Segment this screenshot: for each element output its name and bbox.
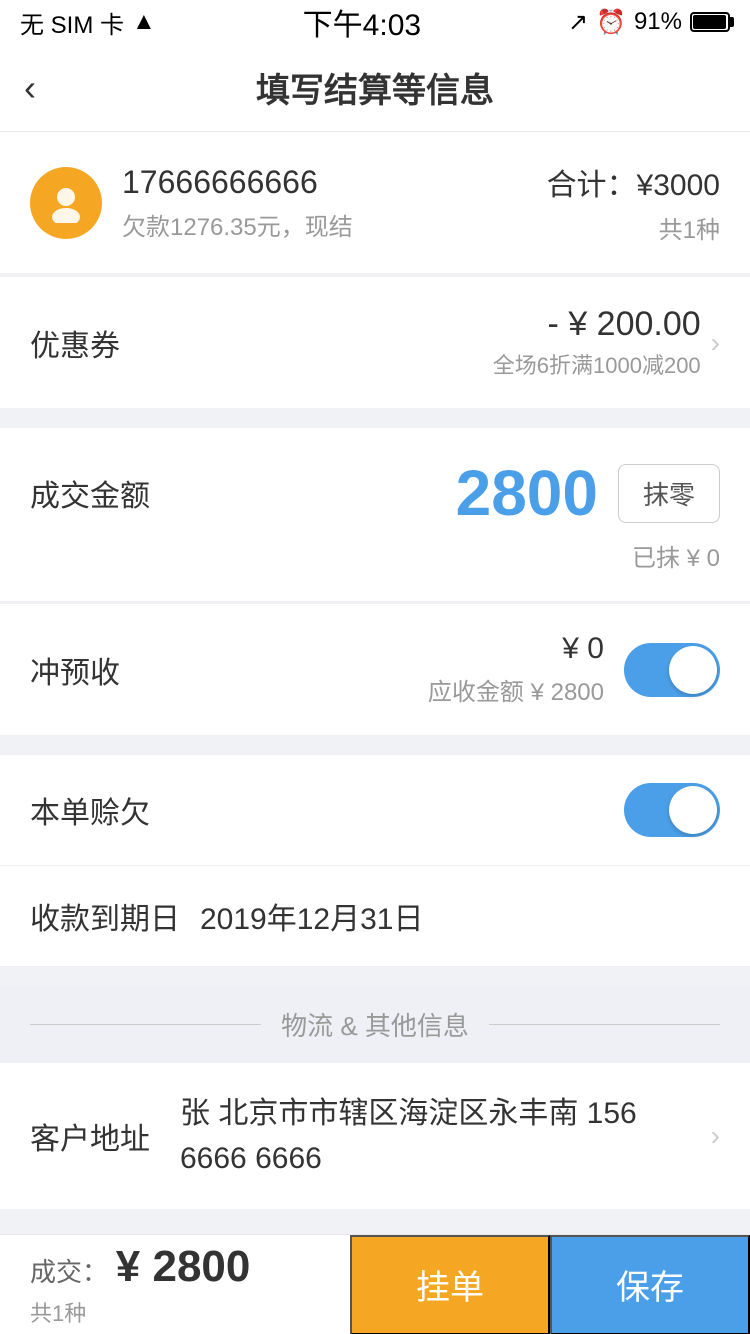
user-phone: 17666666666 bbox=[122, 164, 353, 201]
address-section[interactable]: 客户地址 张 北京市市辖区海淀区永丰南 156 6666 6666 › bbox=[0, 1063, 750, 1209]
deal-amount-row: 2800 抹零 bbox=[456, 456, 720, 530]
prepay-sub: 应收金额 ¥ 2800 bbox=[428, 672, 604, 707]
duedate-value: 2019年12月31日 bbox=[200, 894, 423, 938]
deal-amount: 2800 bbox=[456, 456, 598, 530]
coupon-desc: 全场6折满1000减200 bbox=[493, 348, 701, 380]
page-title: 填写结算等信息 bbox=[256, 63, 494, 112]
back-button[interactable]: ‹ bbox=[24, 67, 36, 109]
bottom-amount: ¥ 2800 bbox=[116, 1242, 251, 1291]
duedate-row: 收款到期日 2019年12月31日 bbox=[30, 894, 720, 938]
bottom-deal-row: 成交： ¥ 2800 bbox=[30, 1242, 320, 1292]
writeoff-toggle-knob bbox=[669, 786, 717, 834]
user-subtext: 欠款1276.35元，现结 bbox=[122, 207, 353, 242]
section-divider-3 bbox=[0, 966, 750, 986]
section-divider-1 bbox=[0, 408, 750, 428]
user-left: 17666666666 欠款1276.35元，现结 bbox=[30, 164, 353, 242]
bottom-summary: 成交： ¥ 2800 共1种 bbox=[0, 1242, 350, 1328]
prepay-row: 冲预收 ¥ 0 应收金额 ¥ 2800 bbox=[30, 632, 720, 707]
chevron-right-icon: › bbox=[711, 327, 720, 359]
logistics-divider: 物流 & 其他信息 bbox=[0, 986, 750, 1063]
duedate-label: 收款到期日 bbox=[30, 894, 180, 938]
address-label: 客户地址 bbox=[30, 1114, 150, 1158]
total-amount: 合计：¥3000 bbox=[547, 160, 720, 204]
user-total: 合计：¥3000 共1种 bbox=[547, 160, 720, 245]
total-count: 共1种 bbox=[547, 210, 720, 245]
alarm-icon: ⏰ bbox=[596, 8, 626, 37]
prepay-toggle[interactable] bbox=[624, 643, 720, 697]
bottom-count: 共1种 bbox=[30, 1296, 320, 1328]
status-left: 无 SIM 卡 ▲ bbox=[20, 5, 156, 40]
writeoff-toggle[interactable] bbox=[624, 783, 720, 837]
status-time: 下午4:03 bbox=[303, 0, 421, 44]
nav-bar: ‹ 填写结算等信息 bbox=[0, 44, 750, 132]
avatar bbox=[30, 167, 102, 239]
logistics-label: 物流 & 其他信息 bbox=[281, 1006, 469, 1043]
hang-button[interactable]: 挂单 bbox=[350, 1235, 550, 1334]
coupon-right: - ¥ 200.00 全场6折满1000减200 › bbox=[493, 305, 720, 380]
prepay-right: ¥ 0 应收金额 ¥ 2800 bbox=[428, 632, 720, 707]
status-bar: 无 SIM 卡 ▲ 下午4:03 ↗ ⏰ 91% bbox=[0, 0, 750, 44]
battery-icon bbox=[690, 12, 730, 32]
save-button[interactable]: 保存 bbox=[550, 1235, 750, 1334]
address-chevron-right-icon: › bbox=[711, 1120, 720, 1152]
prepay-amount: ¥ 0 bbox=[428, 632, 604, 666]
round-button[interactable]: 抹零 bbox=[618, 464, 720, 523]
coupon-section[interactable]: 优惠券 - ¥ 200.00 全场6折满1000减200 › bbox=[0, 276, 750, 408]
bottom-deal-label: 成交： bbox=[30, 1257, 108, 1287]
deal-sub: 已抹 ¥ 0 bbox=[632, 545, 720, 572]
deal-label: 成交金额 bbox=[30, 471, 150, 515]
writeoff-section: 本单赊欠 bbox=[0, 755, 750, 865]
carrier-text: 无 SIM 卡 bbox=[20, 5, 124, 40]
bottom-bar: 成交： ¥ 2800 共1种 挂单 保存 bbox=[0, 1234, 750, 1334]
battery-percent: 91% bbox=[634, 8, 682, 36]
prepay-label: 冲预收 bbox=[30, 648, 120, 692]
deal-row: 成交金额 2800 抹零 bbox=[30, 456, 720, 530]
wifi-icon: ▲ bbox=[132, 8, 156, 36]
logistics-line-left bbox=[30, 1024, 261, 1025]
toggle-knob bbox=[669, 646, 717, 694]
location-icon: ↗ bbox=[568, 8, 588, 37]
user-details: 17666666666 欠款1276.35元，现结 bbox=[122, 164, 353, 242]
logistics-line-right bbox=[489, 1024, 720, 1025]
duedate-section: 收款到期日 2019年12月31日 bbox=[0, 865, 750, 966]
coupon-discount: - ¥ 200.00 bbox=[493, 305, 701, 344]
deal-section: 成交金额 2800 抹零 已抹 ¥ 0 bbox=[0, 428, 750, 601]
writeoff-label: 本单赊欠 bbox=[30, 788, 150, 832]
section-divider-2 bbox=[0, 735, 750, 755]
user-info-section: 17666666666 欠款1276.35元，现结 合计：¥3000 共1种 bbox=[0, 132, 750, 274]
prepay-amount-col: ¥ 0 应收金额 ¥ 2800 bbox=[428, 632, 604, 707]
address-value: 张 北京市市辖区海淀区永丰南 156 6666 6666 bbox=[180, 1091, 711, 1181]
coupon-label: 优惠券 bbox=[30, 321, 120, 365]
prepay-section: 冲预收 ¥ 0 应收金额 ¥ 2800 bbox=[0, 603, 750, 735]
status-right: ↗ ⏰ 91% bbox=[568, 8, 730, 37]
coupon-detail: - ¥ 200.00 全场6折满1000减200 bbox=[493, 305, 701, 380]
